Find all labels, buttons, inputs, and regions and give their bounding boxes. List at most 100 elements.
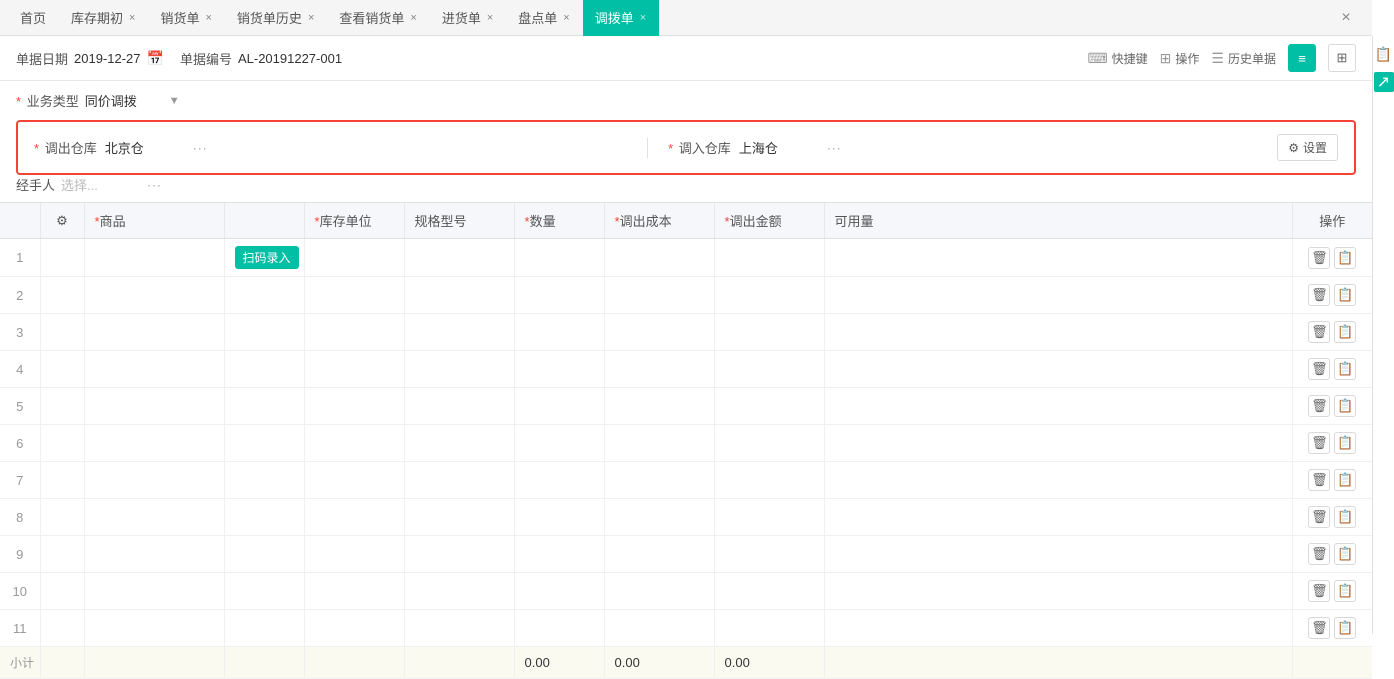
handler-row: 经手人 选择... ··· bbox=[0, 175, 1372, 202]
operation-btn[interactable]: ⊞ 操作 bbox=[1160, 50, 1200, 67]
table-row: 6 🗑 📋 bbox=[0, 425, 1372, 462]
history-icon: ☰ bbox=[1211, 50, 1224, 67]
warehouse-in-more-btn[interactable]: ··· bbox=[827, 141, 842, 155]
shortcut-btn[interactable]: ⌨ 快捷键 bbox=[1087, 50, 1147, 67]
row-copy-icon[interactable]: 📋 bbox=[1334, 395, 1356, 417]
calendar-icon[interactable]: 📅 bbox=[147, 50, 164, 67]
subtotal-settings bbox=[40, 610, 84, 647]
form-row-1: * 业务类型 同价调拨 ▼ bbox=[16, 91, 1356, 110]
operation-icon: ⊞ bbox=[1160, 50, 1172, 67]
tab-sales-order[interactable]: 销货单 × bbox=[148, 0, 224, 36]
row-delete-icon[interactable]: 🗑 bbox=[1308, 432, 1330, 454]
warehouse-out-field: * 调出仓库 北京仓 ··· bbox=[34, 138, 627, 157]
warehouse-in-field: * 调入仓库 上海仓 ··· bbox=[668, 138, 1261, 157]
tab-close-view-sales[interactable]: × bbox=[410, 12, 416, 24]
date-field: 单据日期 2019-12-27 📅 bbox=[16, 49, 164, 68]
row-delete-icon[interactable]: 🗑 bbox=[1308, 469, 1330, 491]
row-copy-icon[interactable]: 📋 bbox=[1334, 432, 1356, 454]
business-type-dropdown[interactable]: 同价调拨 ▼ bbox=[85, 91, 180, 110]
row-copy-icon[interactable]: 📋 bbox=[1334, 580, 1356, 602]
layout-btn-2[interactable]: ⊞ bbox=[1328, 44, 1356, 72]
layout-btn-1[interactable]: ≡ bbox=[1288, 44, 1316, 72]
row-delete-icon[interactable]: 🗑 bbox=[1308, 580, 1330, 602]
tab-sales-history[interactable]: 销货单历史 × bbox=[225, 0, 327, 36]
warehouse-out-value: 北京仓 bbox=[105, 138, 185, 157]
settings-button[interactable]: ⚙ 设置 bbox=[1277, 134, 1338, 161]
col-settings-header[interactable]: ⚙ bbox=[40, 203, 84, 239]
row-copy-icon[interactable]: 📋 bbox=[1334, 469, 1356, 491]
tab-inventory-init[interactable]: 库存期初 × bbox=[59, 0, 148, 36]
col-rownum bbox=[0, 203, 40, 239]
col-cost-header: *调出成本 bbox=[604, 203, 714, 239]
row-delete-icon[interactable]: 🗑 bbox=[1308, 506, 1330, 528]
table-row: 5 🗑 📋 bbox=[0, 388, 1372, 425]
sidebar-notes-icon[interactable]: 📋 bbox=[1374, 44, 1394, 64]
tab-transfer-order[interactable]: 调拨单 × bbox=[583, 0, 659, 36]
row-copy-icon[interactable]: 📋 bbox=[1334, 321, 1356, 343]
row-copy-icon[interactable]: 📋 bbox=[1334, 247, 1356, 269]
tab-close-sales-history[interactable]: × bbox=[308, 12, 314, 24]
tab-purchase-order[interactable]: 进货单 × bbox=[430, 0, 506, 36]
doc-no-value: AL-20191227-001 bbox=[238, 51, 342, 66]
handler-more-btn[interactable]: ··· bbox=[147, 178, 162, 192]
tab-inventory-check[interactable]: 盘点单 × bbox=[506, 0, 582, 36]
table-row: 4 🗑 📋 bbox=[0, 351, 1372, 388]
row-delete-icon[interactable]: 🗑 bbox=[1308, 284, 1330, 306]
row-copy-icon[interactable]: 📋 bbox=[1334, 617, 1356, 639]
window-close-button[interactable]: × bbox=[1328, 0, 1364, 36]
row-number: 10 bbox=[0, 573, 40, 610]
tab-bar: 首页 库存期初 × 销货单 × 销货单历史 × 查看销货单 × 进货单 × 盘点… bbox=[0, 0, 1372, 36]
subtotal-qty: 0.00 bbox=[514, 647, 604, 679]
subtotal-amount: 0.00 bbox=[714, 647, 824, 679]
row-delete-icon[interactable]: 🗑 bbox=[1308, 321, 1330, 343]
row-number: 5 bbox=[0, 388, 40, 425]
scan-barcode-btn[interactable]: 扫码录入 bbox=[235, 246, 299, 269]
row-number: 9 bbox=[0, 536, 40, 573]
row-number: 8 bbox=[0, 499, 40, 536]
row-delete-icon[interactable]: 🗑 bbox=[1308, 395, 1330, 417]
table-row: 2 🗑 📋 bbox=[0, 277, 1372, 314]
warehouse-separator bbox=[647, 138, 648, 158]
handler-select[interactable]: 选择... bbox=[61, 175, 141, 194]
history-btn[interactable]: ☰ 历史单据 bbox=[1211, 50, 1276, 67]
tab-close-inventory-check[interactable]: × bbox=[563, 12, 569, 24]
doc-no-field: 单据编号 AL-20191227-001 bbox=[180, 49, 342, 68]
row-delete-icon[interactable]: 🗑 bbox=[1308, 617, 1330, 639]
subtotal-cost: 0.00 bbox=[604, 647, 714, 679]
tab-close-sales-order[interactable]: × bbox=[205, 12, 211, 24]
row-copy-icon[interactable]: 📋 bbox=[1334, 506, 1356, 528]
table-row: 3 🗑 📋 bbox=[0, 314, 1372, 351]
sidebar-link-icon[interactable]: ↗ bbox=[1374, 72, 1394, 92]
tab-home[interactable]: 首页 bbox=[8, 0, 59, 36]
tab-close-transfer-order[interactable]: × bbox=[640, 12, 646, 24]
table-row: 10 🗑 📋 bbox=[0, 573, 1372, 610]
col-unit-header: *库存单位 bbox=[304, 203, 404, 239]
row-copy-icon[interactable]: 📋 bbox=[1334, 543, 1356, 565]
row-copy-icon[interactable]: 📋 bbox=[1334, 358, 1356, 380]
col-op-header: 操作 bbox=[1292, 203, 1372, 239]
row-delete-icon[interactable]: 🗑 bbox=[1308, 358, 1330, 380]
right-sidebar: 📋 ↗ bbox=[1372, 36, 1394, 634]
table-row: 11 🗑 📋 bbox=[0, 610, 1372, 647]
table-header-row: ⚙ *商品 *库存单位 规格型号 *数量 *调出成本 bbox=[0, 203, 1372, 239]
col-product-header: *商品 bbox=[84, 203, 224, 239]
subtotal-text: 小计 bbox=[0, 647, 40, 679]
layout2-icon: ⊞ bbox=[1337, 50, 1348, 66]
table-row: 9 🗑 📋 bbox=[0, 536, 1372, 573]
row-number: 1 bbox=[0, 239, 40, 277]
warehouse-out-more-btn[interactable]: ··· bbox=[193, 141, 208, 155]
tab-view-sales[interactable]: 查看销货单 × bbox=[327, 0, 429, 36]
row-number: 4 bbox=[0, 351, 40, 388]
tab-close-inventory-init[interactable]: × bbox=[129, 12, 135, 24]
layout1-icon: ≡ bbox=[1298, 51, 1306, 66]
col-scan-header bbox=[224, 203, 304, 239]
row-delete-icon[interactable]: 🗑 bbox=[1308, 543, 1330, 565]
tab-close-purchase-order[interactable]: × bbox=[487, 12, 493, 24]
table-wrapper: ⚙ *商品 *库存单位 规格型号 *数量 *调出成本 bbox=[0, 202, 1372, 679]
row-number: 7 bbox=[0, 462, 40, 499]
table-body: 1 扫码录入 🗑 📋 2 🗑 bbox=[0, 239, 1372, 679]
table-row: 8 🗑 📋 bbox=[0, 499, 1372, 536]
row-delete-icon[interactable]: 🗑 bbox=[1308, 247, 1330, 269]
toolbar-right: ⌨ 快捷键 ⊞ 操作 ☰ 历史单据 ≡ ⊞ bbox=[1087, 44, 1356, 72]
row-copy-icon[interactable]: 📋 bbox=[1334, 284, 1356, 306]
